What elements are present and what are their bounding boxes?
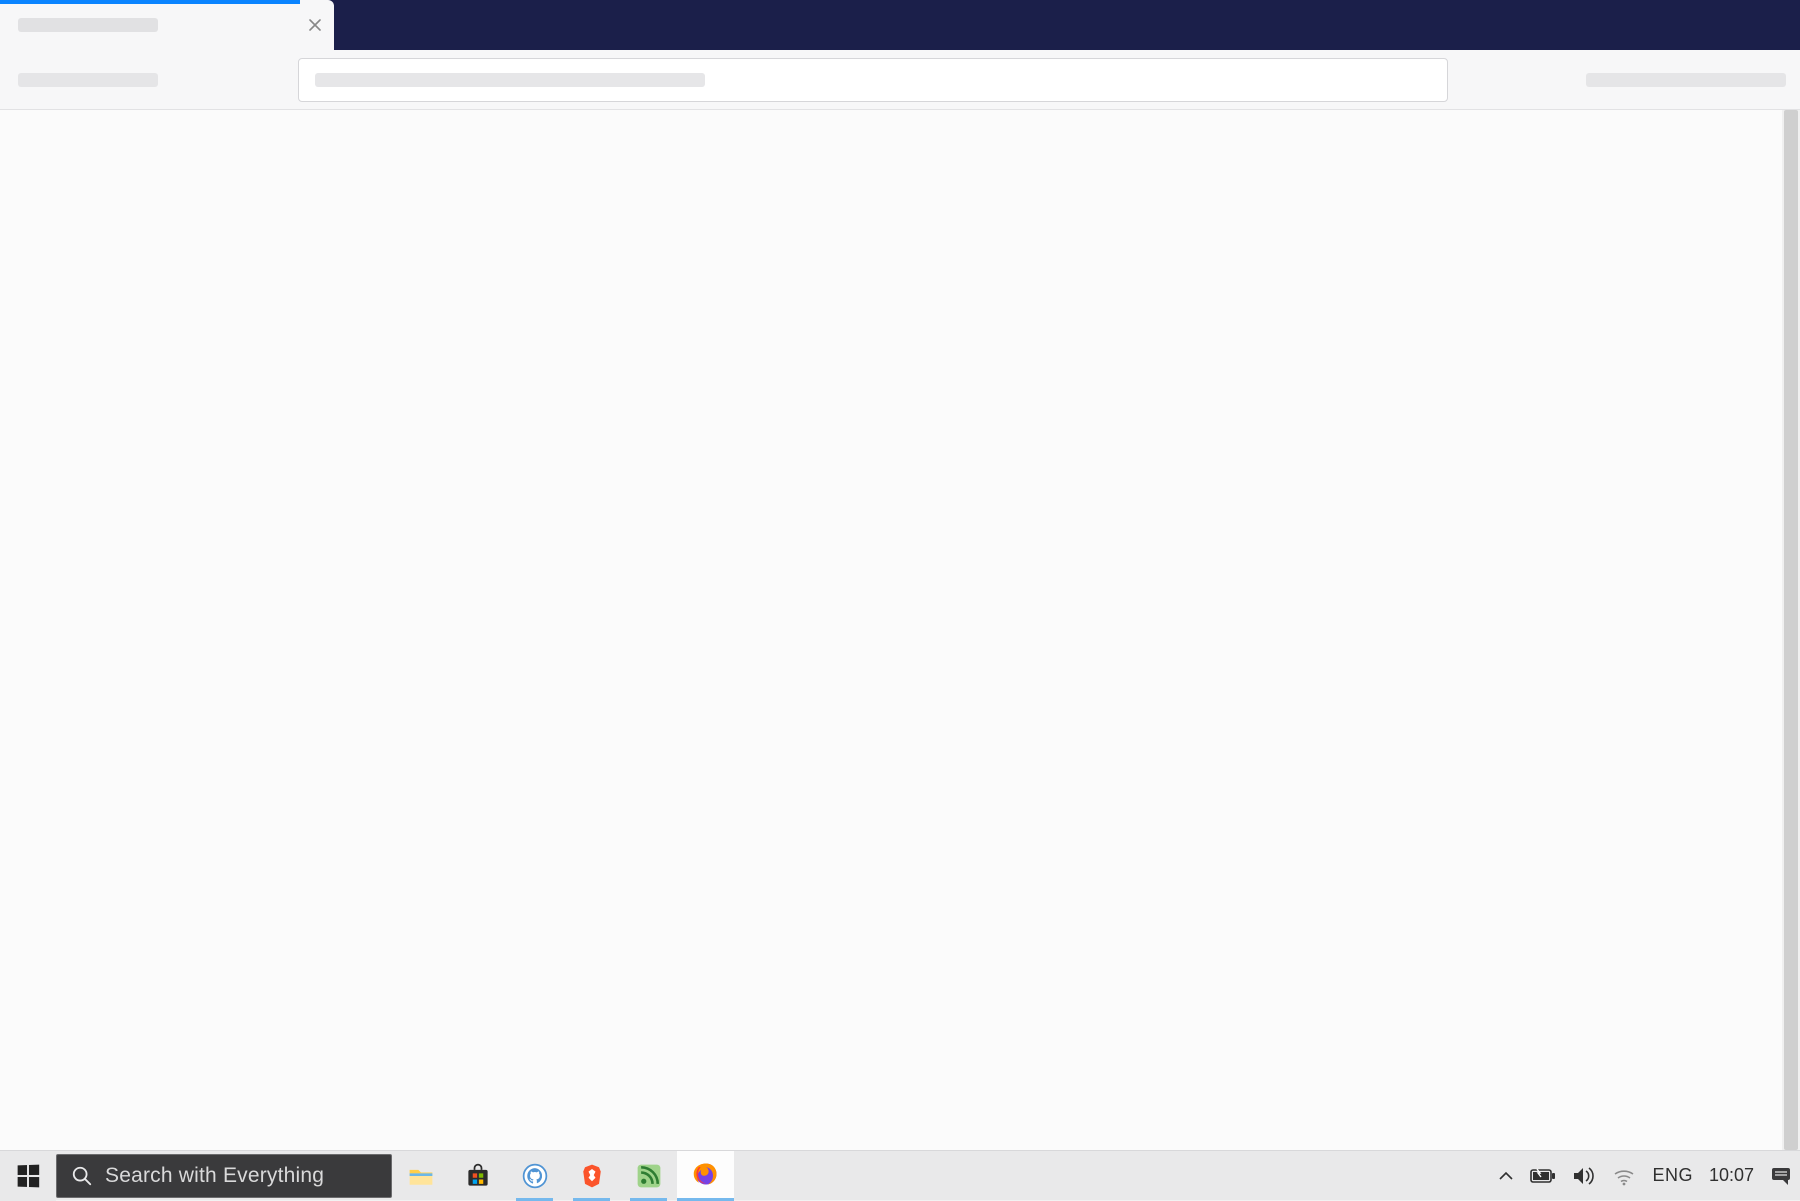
address-bar[interactable] (298, 58, 1448, 102)
rss-reader-icon (635, 1162, 663, 1190)
search-icon (71, 1165, 93, 1187)
address-bar-placeholder (315, 73, 705, 87)
tray-clock[interactable]: 10:07 (1701, 1151, 1762, 1201)
firefox-icon (692, 1160, 720, 1188)
browser-content-area (0, 110, 1800, 1150)
taskbar-app-brave-browser[interactable] (563, 1151, 620, 1201)
content-scrollbar[interactable] (1782, 110, 1800, 1150)
browser-tabstrip (0, 0, 1800, 50)
taskbar-search[interactable]: Search with Everything (56, 1154, 392, 1198)
notifications-icon (1770, 1166, 1792, 1186)
windows-logo-icon (18, 1164, 40, 1187)
tab-close-button[interactable] (306, 16, 324, 34)
start-button[interactable] (0, 1151, 56, 1201)
tray-clock-label: 10:07 (1709, 1165, 1754, 1186)
browser-toolbar (0, 50, 1800, 110)
tray-language-label: ENG (1652, 1165, 1693, 1186)
wifi-icon (1612, 1166, 1636, 1186)
tray-language[interactable]: ENG (1644, 1151, 1701, 1201)
tray-volume[interactable] (1564, 1151, 1604, 1201)
tab-title-placeholder (18, 18, 158, 32)
tray-show-hidden[interactable] (1490, 1151, 1522, 1201)
taskbar-apps (392, 1151, 734, 1201)
nav-buttons-placeholder (18, 73, 158, 87)
chevron-up-icon (1498, 1168, 1514, 1184)
tab-loading-indicator (0, 0, 300, 4)
taskbar-app-microsoft-store[interactable] (449, 1151, 506, 1201)
tray-notifications[interactable] (1762, 1151, 1800, 1201)
tray-network[interactable] (1604, 1151, 1644, 1201)
tray-battery[interactable] (1522, 1151, 1564, 1201)
taskbar-search-placeholder: Search with Everything (105, 1164, 324, 1188)
toolbar-actions-placeholder (1586, 73, 1786, 87)
brave-browser-icon (578, 1162, 606, 1190)
browser-tab-active[interactable] (0, 0, 334, 50)
github-desktop-icon (521, 1162, 549, 1190)
file-explorer-icon (407, 1162, 435, 1190)
taskbar-app-github-desktop[interactable] (506, 1151, 563, 1201)
volume-icon (1572, 1166, 1596, 1186)
content-scrollbar-thumb[interactable] (1784, 110, 1798, 1150)
close-icon (309, 19, 321, 31)
taskbar: Search with Everything (0, 1150, 1800, 1200)
microsoft-store-icon (464, 1162, 492, 1190)
system-tray: ENG 10:07 (1490, 1151, 1800, 1201)
taskbar-app-firefox[interactable] (677, 1151, 734, 1201)
battery-icon (1530, 1167, 1556, 1185)
taskbar-app-rss-reader[interactable] (620, 1151, 677, 1201)
taskbar-app-file-explorer[interactable] (392, 1151, 449, 1201)
